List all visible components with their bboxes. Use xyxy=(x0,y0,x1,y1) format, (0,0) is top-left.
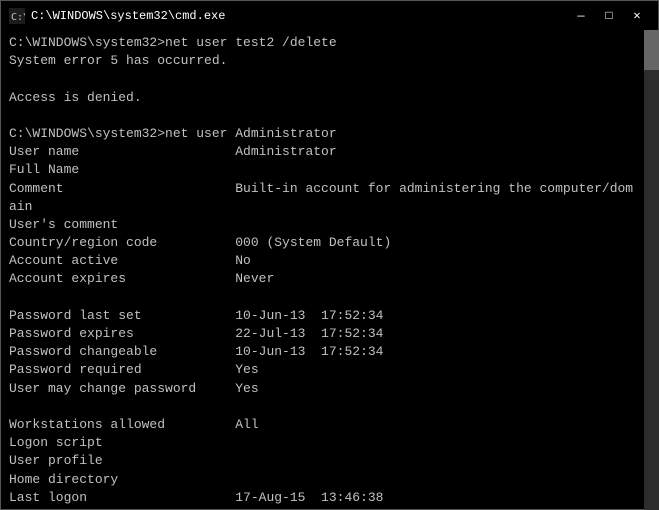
minimize-button[interactable]: — xyxy=(568,5,594,27)
titlebar-controls: — □ ✕ xyxy=(568,5,650,27)
titlebar: C:\ C:\WINDOWS\system32\cmd.exe — □ ✕ xyxy=(0,0,659,30)
close-button[interactable]: ✕ xyxy=(624,5,650,27)
window: C:\ C:\WINDOWS\system32\cmd.exe — □ ✕ C:… xyxy=(0,0,659,510)
scrollbar-track[interactable] xyxy=(644,30,659,510)
cmd-icon: C:\ xyxy=(9,8,25,24)
scrollbar-thumb[interactable] xyxy=(644,30,659,70)
svg-text:C:\: C:\ xyxy=(11,12,25,23)
terminal-output[interactable]: C:\WINDOWS\system32>net user test2 /dele… xyxy=(0,30,659,510)
maximize-button[interactable]: □ xyxy=(596,5,622,27)
window-title: C:\WINDOWS\system32\cmd.exe xyxy=(31,9,225,23)
titlebar-left: C:\ C:\WINDOWS\system32\cmd.exe xyxy=(9,8,225,24)
